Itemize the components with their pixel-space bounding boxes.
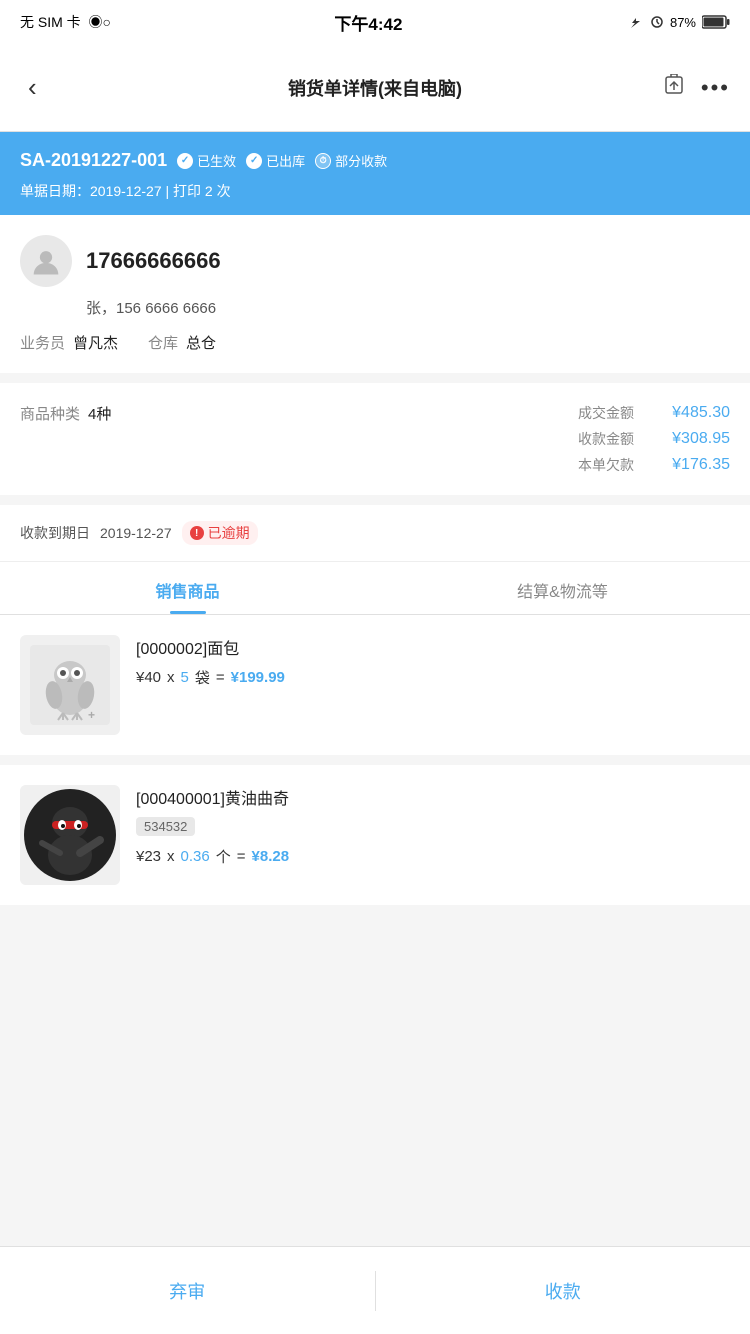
warehouse-info: 仓库 总仓 xyxy=(148,332,216,353)
customer-meta: 业务员 曾凡杰 仓库 总仓 xyxy=(20,332,730,353)
product-price-2: ¥23 x 0.36 个 = ¥8.28 xyxy=(136,846,730,867)
share-button[interactable] xyxy=(663,74,685,102)
avatar xyxy=(20,235,72,287)
product-name-1: [0000002]面包 xyxy=(136,635,730,659)
order-header: SA-20191227-001 ✓ 已生效 ✓ 已出库 ⏱ 部分收款 单据日期：… xyxy=(0,132,750,215)
overdue-icon: ! xyxy=(190,526,204,540)
battery-percent: 87% xyxy=(670,15,696,30)
product-details-2: [000400001]黄油曲奇 534532 ¥23 x 0.36 个 = ¥8… xyxy=(136,785,730,867)
order-meta: 单据日期：2019-12-27 | 打印 2 次 xyxy=(20,181,730,201)
list-item: + [0000002]面包 ¥40 x 5 袋 = ¥199.99 xyxy=(0,615,750,755)
product-thumbnail-2 xyxy=(20,785,120,885)
bottom-bar: 弃审 收款 xyxy=(0,1246,750,1334)
back-button[interactable]: ‹ xyxy=(20,64,45,111)
payment-due: 收款到期日 2019-12-27 ! 已逾期 xyxy=(0,505,750,562)
status-network: 无 SIM 卡 ◉○ xyxy=(20,12,111,32)
nav-actions: ••• xyxy=(663,74,730,102)
customer-contact: 张，156 6666 6666 xyxy=(20,297,730,318)
list-item: [000400001]黄油曲奇 534532 ¥23 x 0.36 个 = ¥8… xyxy=(0,765,750,905)
clock-icon: ⏱ xyxy=(315,153,331,169)
receipt-amount-row: 收款金额 ¥308.95 xyxy=(578,429,730,449)
svg-text:+: + xyxy=(88,708,95,722)
summary-card: 商品种类 4种 成交金额 ¥485.30 收款金额 ¥308.95 本单欠款 ¥… xyxy=(0,383,750,495)
product-image-placeholder-1: + xyxy=(30,645,110,725)
product-sku-2: 534532 xyxy=(136,817,195,836)
summary-categories: 商品种类 4种 xyxy=(20,403,111,424)
location-icon xyxy=(626,16,644,28)
deal-amount-row: 成交金额 ¥485.30 xyxy=(578,403,730,423)
more-button[interactable]: ••• xyxy=(701,75,730,101)
product-list: + [0000002]面包 ¥40 x 5 袋 = ¥199.99 xyxy=(0,615,750,1015)
product-name-2: [000400001]黄油曲奇 xyxy=(136,785,730,809)
overdue-badge: ! 已逾期 xyxy=(182,521,258,545)
page-title: 销货单详情(来自电脑) xyxy=(288,75,462,101)
cancel-button[interactable]: 弃审 xyxy=(0,1247,375,1334)
confirm-button[interactable]: 收款 xyxy=(376,1247,750,1334)
customer-card: 17666666666 张，156 6666 6666 业务员 曾凡杰 仓库 总… xyxy=(0,215,750,373)
status-bar: 无 SIM 卡 ◉○ 下午4:42 87% xyxy=(0,0,750,44)
alarm-icon xyxy=(650,15,664,29)
badge-partial-payment: ⏱ 部分收款 xyxy=(315,151,387,170)
tab-sales-products[interactable]: 销售商品 xyxy=(0,562,375,614)
overdue-text: 已逾期 xyxy=(208,523,250,543)
customer-top: 17666666666 xyxy=(20,235,730,287)
owed-amount-row: 本单欠款 ¥176.35 xyxy=(578,455,730,475)
product-image-2 xyxy=(20,785,120,885)
status-battery: 87% xyxy=(626,15,730,30)
payment-due-label: 收款到期日 xyxy=(20,523,90,543)
status-badges: ✓ 已生效 ✓ 已出库 ⏱ 部分收款 xyxy=(177,151,387,170)
product-price-1: ¥40 x 5 袋 = ¥199.99 xyxy=(136,667,730,688)
status-time: 下午4:42 xyxy=(334,10,402,35)
check-icon-activated: ✓ xyxy=(177,153,193,169)
order-id: SA-20191227-001 xyxy=(20,150,167,171)
product-thumbnail-1: + xyxy=(20,635,120,735)
badge-activated: ✓ 已生效 xyxy=(177,151,236,170)
check-icon-shipped: ✓ xyxy=(246,153,262,169)
customer-id: 17666666666 xyxy=(86,248,221,274)
product-details-1: [0000002]面包 ¥40 x 5 袋 = ¥199.99 xyxy=(136,635,730,688)
payment-due-date: 2019-12-27 xyxy=(100,525,172,541)
salesperson-info: 业务员 曾凡杰 xyxy=(20,332,118,353)
summary-amounts: 成交金额 ¥485.30 收款金额 ¥308.95 本单欠款 ¥176.35 xyxy=(578,403,730,475)
badge-shipped: ✓ 已出库 xyxy=(246,151,305,170)
nav-bar: ‹ 销货单详情(来自电脑) ••• xyxy=(0,44,750,132)
tabs: 销售商品 结算&物流等 xyxy=(0,562,750,615)
battery-icon xyxy=(702,15,730,29)
tab-settlement[interactable]: 结算&物流等 xyxy=(375,562,750,614)
